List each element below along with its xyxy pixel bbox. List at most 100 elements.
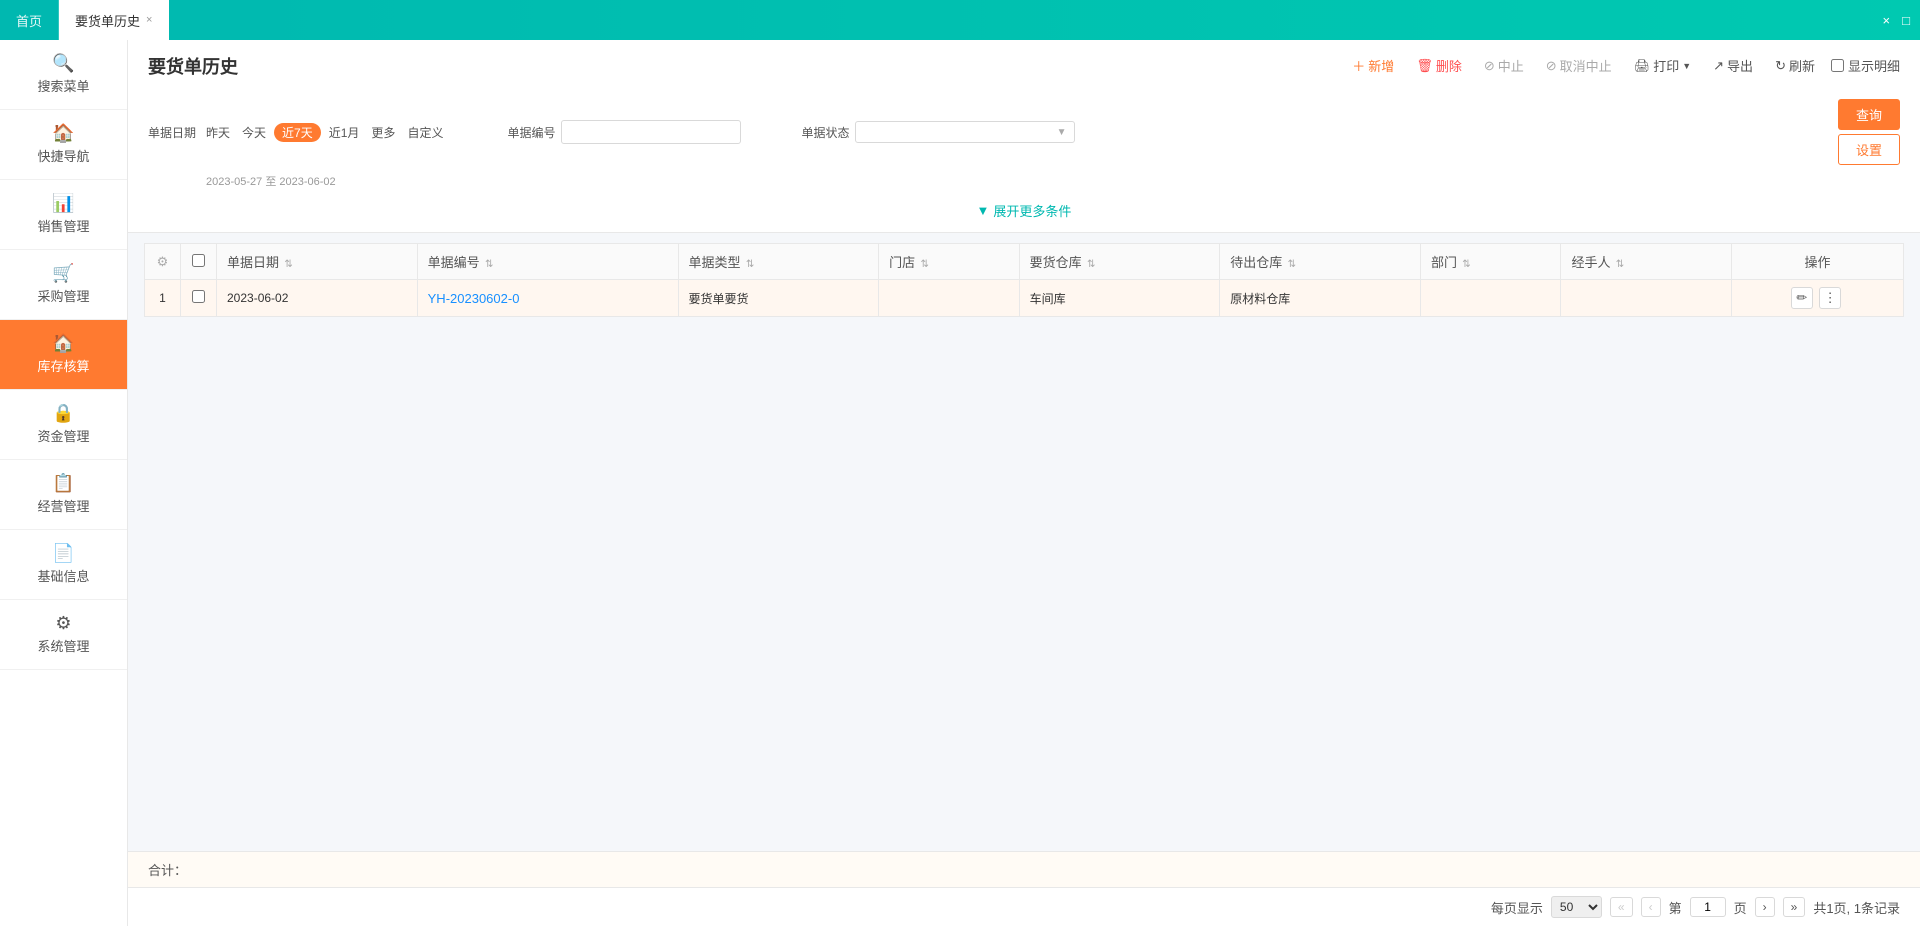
query-button[interactable]: 查询 [1838,99,1900,130]
col-store[interactable]: 门店 ⇅ [879,244,1020,280]
sidebar-item-inventory[interactable]: 🏠 库存核算 [0,320,127,390]
date-btn-1month[interactable]: 近1月 [325,123,364,142]
sidebar-item-search-menu[interactable]: 🔍 搜索菜单 [0,40,127,110]
window-max-btn[interactable]: □ [1902,13,1910,28]
date-btn-yesterday[interactable]: 昨天 [202,123,234,142]
status-dropdown-icon[interactable]: ▼ [1057,127,1067,138]
refresh-label: 刷新 [1789,56,1815,75]
row-checkbox[interactable] [192,290,205,303]
page-size-label: 每页显示 [1491,898,1543,917]
cell-order-no: YH-20230602-0 [417,280,678,317]
expand-more-btn[interactable]: ▼ 展开更多条件 [148,197,1900,224]
sidebar-item-sales[interactable]: 📊 销售管理 [0,180,127,250]
window-close-btn[interactable]: × [1883,13,1891,28]
row-more-btn[interactable]: ⋮ [1819,287,1841,309]
tab-history[interactable]: 要货单历史 × [59,0,169,40]
sidebar-item-quick-nav[interactable]: 🏠 快捷导航 [0,110,127,180]
print-button[interactable]: 🖨 打印 ▼ [1628,52,1697,79]
display-detail-checkbox[interactable] [1831,59,1844,72]
export-label: 导出 [1727,56,1753,75]
cell-order-type: 要货单要货 [678,280,879,317]
add-label: 新增 [1368,56,1394,75]
settings-button[interactable]: 设置 [1838,134,1900,165]
date-btn-7days[interactable]: 近7天 [274,123,321,142]
col-settings: ⚙ [145,244,181,280]
add-button[interactable]: ＋ 新增 [1346,52,1400,79]
sidebar-item-operations-label: 经营管理 [37,496,89,515]
sidebar-item-purchase[interactable]: 🛒 采购管理 [0,250,127,320]
cell-pending-warehouse: 原材料仓库 [1220,280,1421,317]
sidebar-item-system-label: 系统管理 [37,636,89,655]
table-settings-icon[interactable]: ⚙ [157,254,169,269]
page-title: 要货单历史 [148,53,238,79]
inventory-icon: 🏠 [52,334,74,352]
first-page-btn[interactable]: « [1610,897,1633,917]
sidebar-item-sales-label: 销售管理 [37,216,89,235]
delete-icon: 🗑 [1416,58,1433,74]
content-area: 要货单历史 ＋ 新增 🗑 删除 ⊘ 中止 ⊘ [128,40,1920,926]
sidebar-item-quick-label: 快捷导航 [37,146,89,165]
operations-icon: 📋 [52,474,74,492]
cancel-stop-button[interactable]: ⊘ 取消中止 [1540,52,1618,79]
delete-button[interactable]: 🗑 删除 [1410,52,1468,79]
stop-icon: ⊘ [1484,58,1495,74]
export-button[interactable]: ↗ 导出 [1707,52,1759,79]
toolbar: ＋ 新增 🗑 删除 ⊘ 中止 ⊘ 取消中止 [1346,52,1900,79]
cell-date: 2023-06-02 [217,280,418,317]
cell-index: 1 [145,280,181,317]
tab-history-close[interactable]: × [146,14,152,26]
select-all-checkbox[interactable] [192,254,205,267]
cell-req-warehouse: 车间库 [1019,280,1220,317]
refresh-button[interactable]: ↻ 刷新 [1769,52,1821,79]
col-order-type-label: 单据类型 [689,255,741,270]
stop-label: 中止 [1498,56,1524,75]
table-row: 1 2023-06-02 YH-20230602-0 要货单要货 车间库 原材料… [145,280,1904,317]
display-detail-label: 显示明细 [1848,56,1900,75]
col-req-warehouse-sort-icon: ⇅ [1087,259,1095,270]
last-page-btn[interactable]: » [1783,897,1806,917]
order-no-label: 单据编号 [507,124,555,141]
basic-info-icon: 📄 [52,544,74,562]
sidebar-item-inventory-label: 库存核算 [37,356,89,375]
col-order-no[interactable]: 单据编号 ⇅ [417,244,678,280]
total-info: 共1页, 1条记录 [1813,898,1900,917]
status-filter-group: 单据状态 ▼ [801,121,1075,143]
sidebar-item-basic-info[interactable]: 📄 基础信息 [0,530,127,600]
status-input[interactable] [864,125,1056,139]
date-btn-custom[interactable]: 自定义 [403,123,447,142]
display-detail-toggle[interactable]: 显示明细 [1831,56,1900,75]
quick-nav-icon: 🏠 [52,124,74,142]
sidebar-item-operations[interactable]: 📋 经营管理 [0,460,127,530]
col-pending-warehouse-sort-icon: ⇅ [1288,259,1296,270]
tab-home[interactable]: + 新增 首页 [0,0,59,40]
date-btn-today[interactable]: 今天 [238,123,270,142]
sidebar-item-system[interactable]: ⚙ 系统管理 [0,600,127,670]
order-no-input[interactable] [561,120,741,144]
order-no-filter-group: 单据编号 [507,120,741,144]
col-date[interactable]: 单据日期 ⇅ [217,244,418,280]
sidebar-item-search-label: 搜索菜单 [37,76,89,95]
prev-page-btn[interactable]: ‹ [1641,897,1661,917]
cell-department [1420,280,1561,317]
col-department[interactable]: 部门 ⇅ [1420,244,1561,280]
col-handler-sort-icon: ⇅ [1616,259,1624,270]
sidebar-item-finance[interactable]: 🔒 资金管理 [0,390,127,460]
col-handler[interactable]: 经手人 ⇅ [1561,244,1732,280]
stop-button[interactable]: ⊘ 中止 [1478,52,1530,79]
col-pending-warehouse[interactable]: 待出仓库 ⇅ [1220,244,1421,280]
order-no-link[interactable]: YH-20230602-0 [428,291,520,306]
col-req-warehouse[interactable]: 要货仓库 ⇅ [1019,244,1220,280]
row-edit-btn[interactable]: ✏ [1791,287,1813,309]
filter-action-btns: 查询 设置 [1838,99,1900,165]
col-order-no-sort-icon: ⇅ [485,259,493,270]
pagination-bar: 每页显示 10 20 50 100 « ‹ 第 页 › » 共1页, 1条记录 [128,887,1920,926]
col-order-type[interactable]: 单据类型 ⇅ [678,244,879,280]
page-number-input[interactable] [1690,897,1726,917]
cancel-stop-icon: ⊘ [1546,58,1557,74]
date-btn-more[interactable]: 更多 [367,123,399,142]
next-page-btn[interactable]: › [1755,897,1775,917]
cell-checkbox [181,280,217,317]
page-title-row: 要货单历史 ＋ 新增 🗑 删除 ⊘ 中止 ⊘ [148,52,1900,79]
page-size-select[interactable]: 10 20 50 100 [1551,896,1602,918]
sidebar-item-purchase-label: 采购管理 [37,286,89,305]
